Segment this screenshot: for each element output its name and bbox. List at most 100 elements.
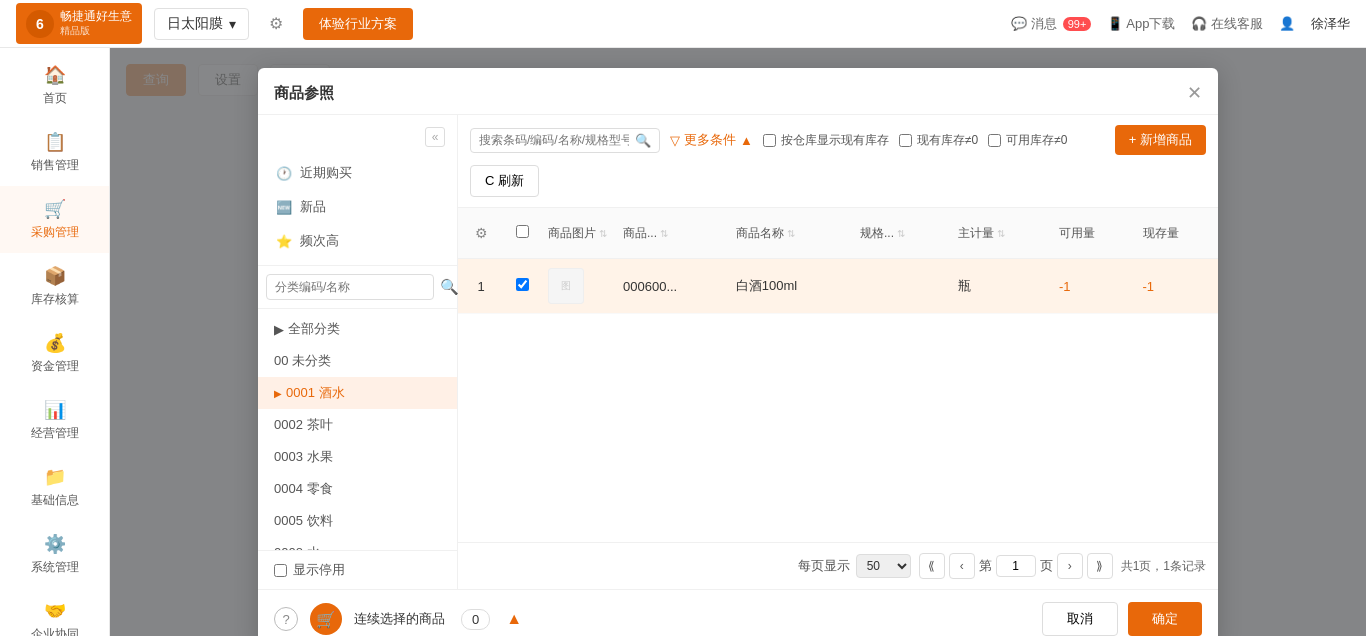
sidebar-item-系统管理[interactable]: ⚙️系统管理 (0, 521, 109, 588)
row-name: 白酒100ml (728, 259, 852, 314)
column-available-label: 可用量 (1059, 226, 1095, 240)
usable-filter[interactable]: 可用库存≠0 (988, 132, 1067, 149)
collapse-footer-icon[interactable]: ▲ (506, 610, 522, 628)
cancel-button[interactable]: 取消 (1042, 602, 1118, 636)
left-panel: « 🕐 近期购买 🆕 新品 ⭐ (258, 115, 458, 589)
main-content: 查询 设置 刷新 商品参照 ✕ « (110, 48, 1366, 636)
category-list: ▶全部分类00 未分类▶0001 酒水0002 茶叶 0003 水果 0004 零食… (258, 309, 457, 550)
trial-button[interactable]: 体验行业方案 (303, 8, 413, 40)
sidebar-label: 系统管理 (31, 559, 79, 576)
category-item-0002[interactable]: 0002 茶叶 (258, 409, 457, 441)
prev-page-button[interactable]: ‹ (949, 553, 975, 579)
refresh-button[interactable]: C 刷新 (470, 165, 539, 197)
online-service-label: 在线客服 (1211, 16, 1263, 31)
sidebar-item-基础信息[interactable]: 📁基础信息 (0, 454, 109, 521)
category-all-label: 全部分类 (288, 320, 340, 338)
confirm-button[interactable]: 确定 (1128, 602, 1202, 636)
select-all-checkbox[interactable] (516, 225, 529, 238)
page-number-input[interactable] (996, 555, 1036, 577)
sidebar-label: 销售管理 (31, 157, 79, 174)
row-checkbox-cell[interactable] (504, 259, 540, 314)
new-icon: 🆕 (276, 200, 292, 215)
search-icon[interactable]: 🔍 (635, 133, 651, 148)
sidebar-item-经营管理[interactable]: 📊 经营管理 (0, 387, 109, 454)
row-checkbox[interactable] (516, 278, 529, 291)
category-all-header[interactable]: ▶全部分类 (258, 313, 457, 345)
sidebar-item-资金管理[interactable]: 💰资金管理 (0, 320, 109, 387)
column-image[interactable]: 商品图片 ⇅ (548, 225, 607, 242)
help-icon[interactable]: ? (274, 607, 298, 631)
table-settings-icon[interactable]: ⚙ (466, 218, 496, 248)
nav-selector[interactable]: 日太阳膜 ▾ (154, 8, 249, 40)
available-checkbox[interactable] (899, 134, 912, 147)
show-disabled-checkbox[interactable] (274, 564, 287, 577)
sidebar-item-企业协同[interactable]: 🤝企业协同 (0, 588, 109, 636)
topbar-right: 💬 消息 99+ 📱 App下载 🎧 在线客服 👤 徐泽华 (1011, 15, 1350, 33)
message-icon: 💬 (1011, 16, 1027, 31)
left-tab-new[interactable]: 🆕 新品 (266, 191, 449, 223)
online-service[interactable]: 🎧 在线客服 (1191, 15, 1263, 33)
message-area[interactable]: 💬 消息 99+ (1011, 15, 1091, 33)
layout: 🏠首页 📋 销售管理 🛒采购管理📦库存核算💰资金管理 📊 经营管理 📁基础信息⚙️系统管理🤝… (0, 48, 1366, 636)
message-label: 消息 (1031, 16, 1057, 31)
category-label: 0003 水果 (274, 448, 333, 466)
category-label: 0001 酒水 (286, 384, 345, 402)
footer-actions: 取消 确定 (1042, 602, 1202, 636)
gear-icon[interactable]: ⚙ (261, 9, 291, 39)
message-badge: 99+ (1063, 17, 1092, 31)
sidebar-icon: 📋 (44, 131, 66, 153)
headset-icon: 🎧 (1191, 16, 1207, 31)
app-download[interactable]: 📱 App下载 (1107, 15, 1175, 33)
first-page-button[interactable]: ⟪ (919, 553, 945, 579)
left-tab-recent[interactable]: 🕐 近期购买 (266, 157, 449, 189)
column-name-label: 商品名称 (736, 225, 784, 242)
available-filter[interactable]: 现有库存≠0 (899, 132, 978, 149)
product-reference-modal: 商品参照 ✕ « 🕐 近期购买 (258, 68, 1218, 636)
sidebar-label: 经营管理 (31, 425, 79, 442)
table-row[interactable]: 1 图 000600... 白酒100ml 瓶 -1 -1 (458, 259, 1218, 314)
collapse-button[interactable]: « (425, 127, 445, 147)
logo-icon: 6 (26, 10, 54, 38)
warehouse-checkbox[interactable] (763, 134, 776, 147)
sidebar-item-库存核算[interactable]: 📦库存核算 (0, 253, 109, 320)
column-code[interactable]: 商品... ⇅ (623, 225, 720, 242)
category-item-00[interactable]: 00 未分类 (258, 345, 457, 377)
page-unit-label: 页 (1040, 557, 1053, 575)
sidebar-icon: 🛒 (44, 198, 66, 220)
category-search: 🔍 (258, 266, 457, 309)
next-page-button[interactable]: › (1057, 553, 1083, 579)
category-search-input[interactable] (266, 274, 434, 300)
filter-button[interactable]: ▽ 更多条件 ▲ (670, 131, 753, 149)
left-tabs: « 🕐 近期购买 🆕 新品 ⭐ (258, 115, 457, 266)
show-disabled-area: 显示停用 (258, 550, 457, 589)
sidebar-item-销售管理[interactable]: 📋 销售管理 (0, 119, 109, 186)
row-available: -1 (1051, 259, 1134, 314)
last-page-button[interactable]: ⟫ (1087, 553, 1113, 579)
category-item-0001[interactable]: ▶0001 酒水 (258, 377, 457, 409)
warehouse-filter[interactable]: 按仓库显示现有库存 (763, 132, 889, 149)
row-code: 000600... (615, 259, 728, 314)
sidebar-item-采购管理[interactable]: 🛒采购管理 (0, 186, 109, 253)
chevron-down-icon: ▾ (229, 16, 236, 32)
category-item-0003[interactable]: 0003 水果 (258, 441, 457, 473)
product-image: 图 (548, 268, 584, 304)
cart-icon[interactable]: 🛒 (310, 603, 342, 635)
sidebar-item-首页[interactable]: 🏠首页 (0, 52, 109, 119)
column-name[interactable]: 商品名称 ⇅ (736, 225, 844, 242)
left-tab-frequent[interactable]: ⭐ 频次高 (266, 225, 449, 257)
product-search-input[interactable] (479, 133, 629, 147)
column-spec[interactable]: 规格... ⇅ (860, 225, 942, 242)
sidebar-icon: 💰 (44, 332, 66, 354)
add-product-button[interactable]: + 新增商品 (1115, 125, 1206, 155)
category-search-icon[interactable]: 🔍 (440, 278, 459, 296)
per-page-select[interactable]: 50 10 20 100 (856, 554, 911, 578)
toolbar: 🔍 ▽ 更多条件 ▲ 按仓库显示现有库存 (458, 115, 1218, 208)
product-table: ⚙ 商品图片 ⇅ (458, 208, 1218, 542)
category-item-0008[interactable]: 0008 水 (258, 537, 457, 550)
usable-checkbox[interactable] (988, 134, 1001, 147)
column-unit[interactable]: 主计量 ⇅ (958, 225, 1043, 242)
category-item-0004[interactable]: 0004 零食 (258, 473, 457, 505)
category-item-0005[interactable]: 0005 饮料 (258, 505, 457, 537)
close-icon[interactable]: ✕ (1187, 82, 1202, 104)
sidebar-icon: 📊 (44, 399, 66, 421)
